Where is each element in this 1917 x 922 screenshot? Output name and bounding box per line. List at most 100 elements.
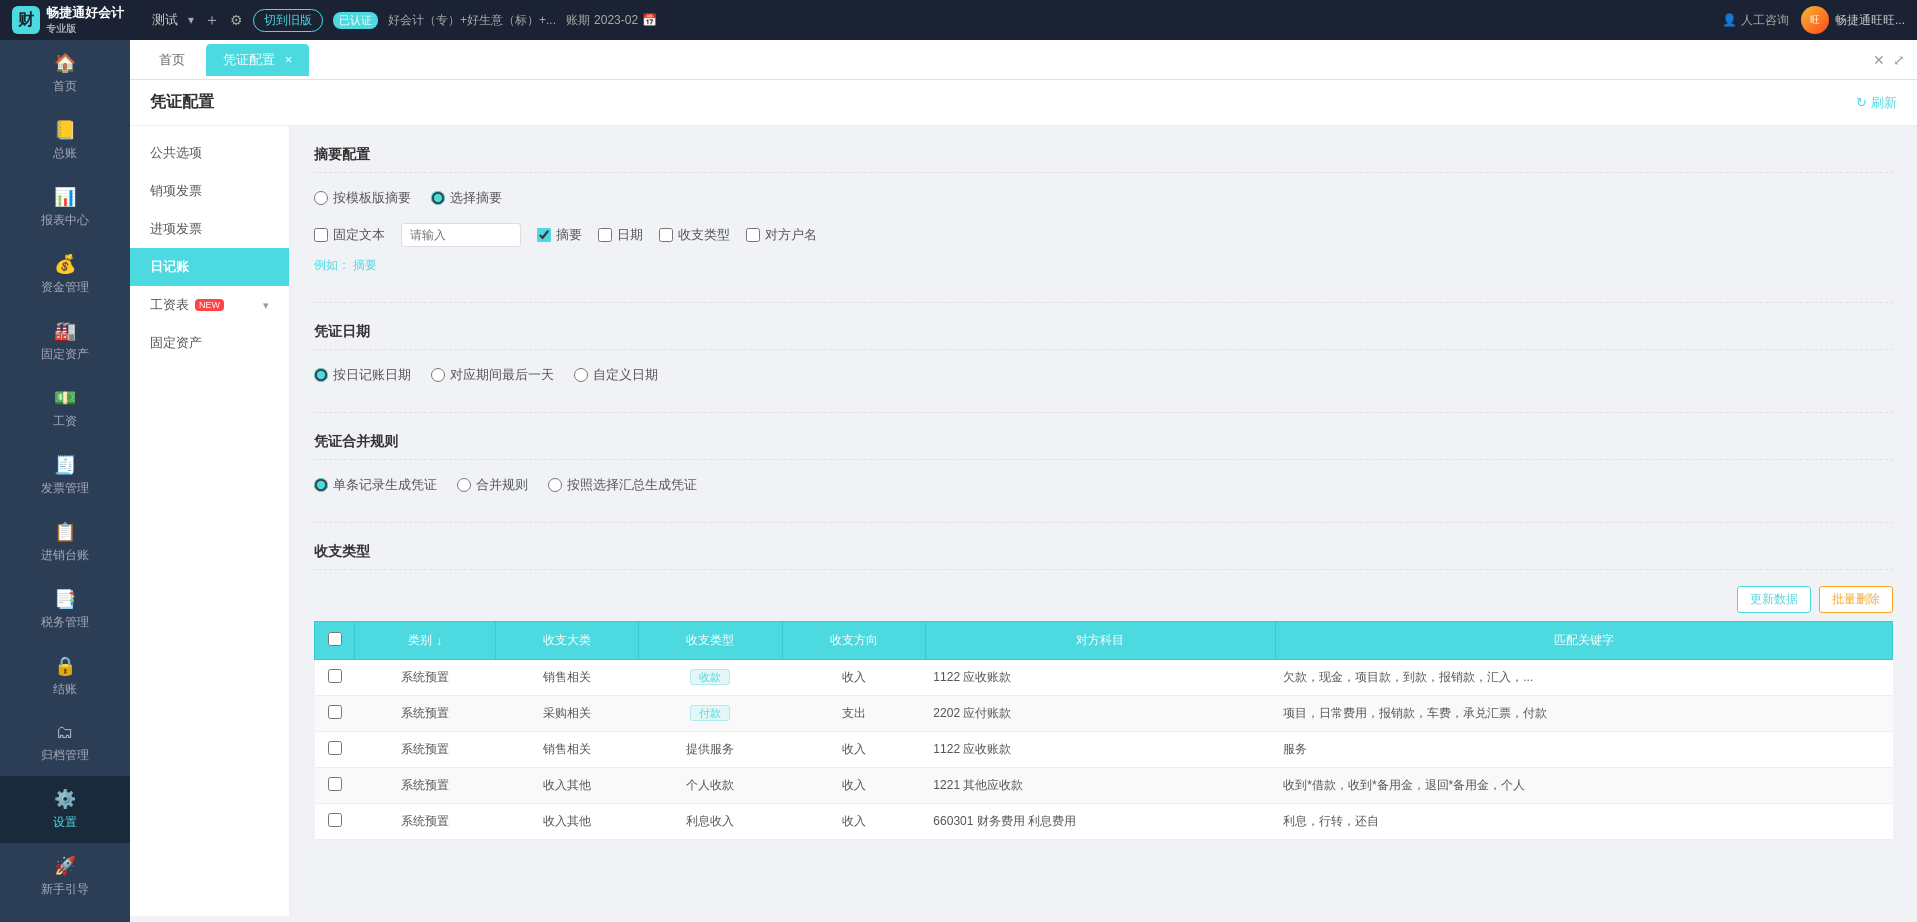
row-major-type: 销售相关 <box>496 660 639 696</box>
radio-merge-label[interactable]: 合并规则 <box>457 476 528 494</box>
col-checkbox-header[interactable] <box>315 622 355 660</box>
archive-icon: 🗂 <box>56 722 74 743</box>
radio-select-input[interactable] <box>431 191 445 205</box>
sidebar-item-archive[interactable]: 🗂 归档管理 <box>0 710 130 776</box>
sidebar-item-assets[interactable]: 🏭 固定资产 <box>0 308 130 375</box>
batch-delete-button[interactable]: 批量删除 <box>1819 586 1893 613</box>
radio-journal-input[interactable] <box>314 368 328 382</box>
reports-icon: 📊 <box>54 186 76 208</box>
main-layout: 🏠 首页 📒 总账 📊 报表中心 💰 资金管理 🏭 固定资产 💵 工资 🧾 发票… <box>0 40 1917 922</box>
tab-home[interactable]: 首页 <box>142 44 202 76</box>
row-keywords: 欠款，现金，项目款，到款，报销款，汇入，... <box>1275 660 1892 696</box>
sidebar-item-tax[interactable]: 📑 税务管理 <box>0 576 130 643</box>
tab-voucher-config[interactable]: 凭证配置 × <box>206 44 309 76</box>
minor-type-tag[interactable]: 收款 <box>690 669 730 685</box>
add-icon[interactable]: ＋ <box>204 10 220 31</box>
radio-template-label[interactable]: 按模板版摘要 <box>314 189 411 207</box>
sidebar-item-settings[interactable]: ⚙️ 设置 <box>0 776 130 843</box>
radio-period-last-label[interactable]: 对应期间最后一天 <box>431 366 554 384</box>
radio-journal-label[interactable]: 按日记账日期 <box>314 366 411 384</box>
row-checkbox[interactable] <box>328 669 342 683</box>
radio-template-input[interactable] <box>314 191 328 205</box>
summary-checkbox-label[interactable]: 摘要 <box>537 226 582 244</box>
type-checkbox-label[interactable]: 收支类型 <box>659 226 730 244</box>
radio-merge-input[interactable] <box>457 478 471 492</box>
sidebar-item-member[interactable]: 👑 畅会员 <box>0 910 130 922</box>
sidebar-item-reports[interactable]: 📊 报表中心 <box>0 174 130 241</box>
old-version-button[interactable]: 切到旧版 <box>253 9 323 32</box>
sidebar: 🏠 首页 📒 总账 📊 报表中心 💰 资金管理 🏭 固定资产 💵 工资 🧾 发票… <box>0 40 130 922</box>
tab-close-icon[interactable]: × <box>285 52 293 67</box>
help-button[interactable]: 👤 人工咨询 <box>1722 12 1789 29</box>
left-nav-daily[interactable]: 日记账 <box>130 248 289 286</box>
refresh-label: 刷新 <box>1871 94 1897 112</box>
counterparty-checkbox[interactable] <box>746 228 760 242</box>
sidebar-item-ledger[interactable]: 📒 总账 <box>0 107 130 174</box>
summary-checkbox-row: 固定文本 摘要 日期 <box>314 223 1893 247</box>
sidebar-label-tax: 税务管理 <box>41 614 89 631</box>
refresh-button[interactable]: ↻ 刷新 <box>1856 94 1897 112</box>
example-prefix: 例如： <box>314 258 350 272</box>
voucher-date-section: 凭证日期 按日记账日期 对应期间最后一天 <box>314 323 1893 384</box>
radio-select-label[interactable]: 选择摘要 <box>431 189 502 207</box>
row-checkbox[interactable] <box>328 813 342 827</box>
date-checkbox-label[interactable]: 日期 <box>598 226 643 244</box>
row-checkbox[interactable] <box>328 705 342 719</box>
radio-summary-total-label[interactable]: 按照选择汇总生成凭证 <box>548 476 697 494</box>
radio-single-input[interactable] <box>314 478 328 492</box>
left-nav-salary-table[interactable]: 工资表 NEW ▾ <box>130 286 289 324</box>
sidebar-item-purchases[interactable]: 📋 进销台账 <box>0 509 130 576</box>
row-checkbox[interactable] <box>328 777 342 791</box>
sidebar-label-assets: 固定资产 <box>41 346 89 363</box>
select-all-checkbox[interactable] <box>328 632 342 646</box>
summary-checkbox[interactable] <box>537 228 551 242</box>
row-major-type: 收入其他 <box>496 804 639 840</box>
sidebar-item-home[interactable]: 🏠 首页 <box>0 40 130 107</box>
radio-custom-date-input[interactable] <box>574 368 588 382</box>
settings-icon[interactable]: ⚙ <box>230 12 243 28</box>
table-row: 系统预置销售相关提供服务收入1122 应收账款服务 <box>315 732 1893 768</box>
sidebar-item-guide[interactable]: 🚀 新手引导 <box>0 843 130 910</box>
sidebar-item-invoices[interactable]: 🧾 发票管理 <box>0 442 130 509</box>
income-expense-table: 类别 ↓ 收支大类 收支类型 收支方向 对方科目 匹配关键字 <box>314 621 1893 840</box>
row-account: 1221 其他应收款 <box>925 768 1275 804</box>
row-checkbox[interactable] <box>328 741 342 755</box>
calendar-icon[interactable]: 📅 <box>642 13 657 27</box>
tab-expand-button[interactable]: ⤢ <box>1893 52 1905 68</box>
type-label: 收支类型 <box>678 226 730 244</box>
col-category-sort-icon[interactable]: ↓ <box>436 634 442 648</box>
fixed-text-checkbox[interactable] <box>314 228 328 242</box>
fixed-text-checkbox-label[interactable]: 固定文本 <box>314 226 385 244</box>
minor-type-tag[interactable]: 付款 <box>690 705 730 721</box>
period-label: 账期 <box>566 12 590 29</box>
ledger-icon: 📒 <box>54 119 76 141</box>
radio-summary-total-input[interactable] <box>548 478 562 492</box>
fixed-text-input[interactable] <box>401 223 521 247</box>
summary-config-title: 摘要配置 <box>314 146 1893 173</box>
left-nav-purchase-invoice[interactable]: 进项发票 <box>130 210 289 248</box>
radio-single-label[interactable]: 单条记录生成凭证 <box>314 476 437 494</box>
left-nav-fixed-assets[interactable]: 固定资产 <box>130 324 289 362</box>
period-display: 账期 2023-02 📅 <box>566 12 657 29</box>
counterparty-checkbox-label[interactable]: 对方户名 <box>746 226 817 244</box>
tab-close-button[interactable]: ✕ <box>1873 52 1885 68</box>
row-major-type: 销售相关 <box>496 732 639 768</box>
user-menu[interactable]: 旺 畅捷通旺旺... <box>1801 6 1905 34</box>
row-keywords: 服务 <box>1275 732 1892 768</box>
company-dropdown-icon[interactable]: ▾ <box>188 13 194 27</box>
sidebar-item-funds[interactable]: 💰 资金管理 <box>0 241 130 308</box>
tax-icon: 📑 <box>54 588 76 610</box>
sidebar-item-salary[interactable]: 💵 工资 <box>0 375 130 442</box>
radio-custom-date-label[interactable]: 自定义日期 <box>574 366 658 384</box>
type-checkbox[interactable] <box>659 228 673 242</box>
income-expense-section: 收支类型 更新数据 批量删除 类别 <box>314 543 1893 840</box>
left-nav-sales-invoice[interactable]: 销项发票 <box>130 172 289 210</box>
left-nav-public[interactable]: 公共选项 <box>130 134 289 172</box>
col-direction-header: 收支方向 <box>782 622 925 660</box>
update-data-button[interactable]: 更新数据 <box>1737 586 1811 613</box>
row-minor-type: 付款 <box>639 696 782 732</box>
date-checkbox[interactable] <box>598 228 612 242</box>
radio-period-last-input[interactable] <box>431 368 445 382</box>
sidebar-item-close[interactable]: 🔒 结账 <box>0 643 130 710</box>
example-text: 例如： 摘要 <box>314 257 1893 274</box>
